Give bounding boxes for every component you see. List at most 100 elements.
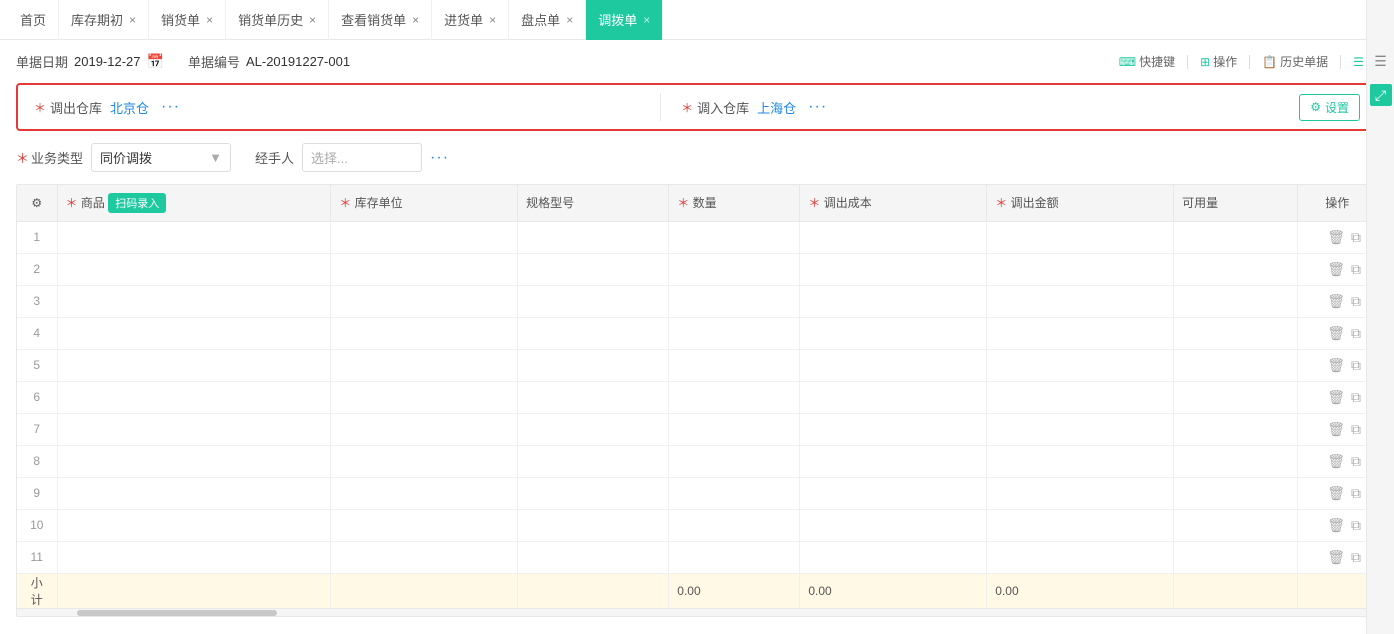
product-1[interactable] — [57, 221, 331, 253]
copy-row-7-button[interactable]: ⧉ — [1351, 421, 1361, 438]
available-3[interactable] — [1174, 285, 1297, 317]
copy-row-9-button[interactable]: ⧉ — [1351, 485, 1361, 502]
unit-9[interactable] — [331, 477, 518, 509]
quantity-11[interactable] — [669, 541, 800, 573]
cost-7[interactable] — [800, 413, 987, 445]
list-view-button[interactable]: ☰ — [1353, 55, 1364, 69]
cost-10[interactable] — [800, 509, 987, 541]
scrollbar-thumb[interactable] — [77, 610, 277, 616]
quantity-5[interactable] — [669, 349, 800, 381]
unit-3[interactable] — [331, 285, 518, 317]
spec-6[interactable] — [518, 381, 669, 413]
product-2[interactable] — [57, 253, 331, 285]
cost-8[interactable] — [800, 445, 987, 477]
copy-row-6-button[interactable]: ⧉ — [1351, 389, 1361, 406]
available-11[interactable] — [1174, 541, 1297, 573]
amount-8[interactable] — [987, 445, 1174, 477]
unit-10[interactable] — [331, 509, 518, 541]
business-type-select[interactable]: 同价调拨 ▼ — [91, 143, 231, 172]
tab-purchase[interactable]: 进货单 × — [432, 0, 509, 40]
quantity-3[interactable] — [669, 285, 800, 317]
copy-row-11-button[interactable]: ⧉ — [1351, 549, 1361, 566]
tab-transfer[interactable]: 调拨单 × — [586, 0, 663, 40]
product-11[interactable] — [57, 541, 331, 573]
spec-3[interactable] — [518, 285, 669, 317]
available-1[interactable] — [1174, 221, 1297, 253]
out-warehouse-value[interactable]: 北京仓 — [110, 98, 149, 117]
amount-5[interactable] — [987, 349, 1174, 381]
tab-inventory-check[interactable]: 盘点单 × — [509, 0, 586, 40]
product-10[interactable] — [57, 509, 331, 541]
quantity-8[interactable] — [669, 445, 800, 477]
tab-close-sales-order[interactable]: × — [206, 13, 213, 27]
available-4[interactable] — [1174, 317, 1297, 349]
spec-11[interactable] — [518, 541, 669, 573]
delete-row-11-button[interactable]: 🗑 — [1327, 549, 1345, 566]
delete-row-10-button[interactable]: 🗑 — [1327, 517, 1345, 534]
delete-row-9-button[interactable]: 🗑 — [1327, 485, 1345, 502]
tab-inventory-initial[interactable]: 库存期初 × — [59, 0, 149, 40]
tab-close-inventory-check[interactable]: × — [566, 13, 573, 27]
quantity-2[interactable] — [669, 253, 800, 285]
copy-row-2-button[interactable]: ⧉ — [1351, 261, 1361, 278]
copy-row-5-button[interactable]: ⧉ — [1351, 357, 1361, 374]
copy-row-8-button[interactable]: ⧉ — [1351, 453, 1361, 470]
scan-input-button[interactable]: 扫码录入 — [108, 193, 166, 213]
product-8[interactable] — [57, 445, 331, 477]
spec-8[interactable] — [518, 445, 669, 477]
unit-1[interactable] — [331, 221, 518, 253]
unit-4[interactable] — [331, 317, 518, 349]
product-9[interactable] — [57, 477, 331, 509]
delete-row-1-button[interactable]: 🗑 — [1327, 229, 1345, 246]
quantity-1[interactable] — [669, 221, 800, 253]
delete-row-2-button[interactable]: 🗑 — [1327, 261, 1345, 278]
unit-7[interactable] — [331, 413, 518, 445]
quantity-9[interactable] — [669, 477, 800, 509]
tab-view-sales[interactable]: 查看销货单 × — [329, 0, 432, 40]
th-settings[interactable]: ⚙ — [17, 185, 57, 221]
copy-row-3-button[interactable]: ⧉ — [1351, 293, 1361, 310]
unit-11[interactable] — [331, 541, 518, 573]
quantity-10[interactable] — [669, 509, 800, 541]
history-button[interactable]: 📋 历史单据 — [1262, 53, 1328, 70]
cost-2[interactable] — [800, 253, 987, 285]
delete-row-7-button[interactable]: 🗑 — [1327, 421, 1345, 438]
cost-5[interactable] — [800, 349, 987, 381]
calendar-icon[interactable]: 📅 — [147, 53, 164, 70]
in-warehouse-value[interactable]: 上海仓 — [757, 98, 796, 117]
delete-row-8-button[interactable]: 🗑 — [1327, 453, 1345, 470]
tab-home[interactable]: 首页 — [8, 0, 59, 40]
cost-4[interactable] — [800, 317, 987, 349]
product-5[interactable] — [57, 349, 331, 381]
cost-9[interactable] — [800, 477, 987, 509]
unit-5[interactable] — [331, 349, 518, 381]
amount-2[interactable] — [987, 253, 1174, 285]
amount-6[interactable] — [987, 381, 1174, 413]
shortcuts-button[interactable]: ⌨ 快捷键 — [1119, 53, 1175, 70]
amount-11[interactable] — [987, 541, 1174, 573]
cost-3[interactable] — [800, 285, 987, 317]
amount-3[interactable] — [987, 285, 1174, 317]
product-6[interactable] — [57, 381, 331, 413]
spec-4[interactable] — [518, 317, 669, 349]
quantity-7[interactable] — [669, 413, 800, 445]
amount-10[interactable] — [987, 509, 1174, 541]
delete-row-4-button[interactable]: 🗑 — [1327, 325, 1345, 342]
unit-6[interactable] — [331, 381, 518, 413]
available-10[interactable] — [1174, 509, 1297, 541]
cost-1[interactable] — [800, 221, 987, 253]
handler-more-button[interactable]: ··· — [430, 149, 449, 167]
spec-5[interactable] — [518, 349, 669, 381]
amount-4[interactable] — [987, 317, 1174, 349]
tab-sales-order[interactable]: 销货单 × — [149, 0, 226, 40]
tab-close-view-sales[interactable]: × — [412, 13, 419, 27]
available-6[interactable] — [1174, 381, 1297, 413]
delete-row-6-button[interactable]: 🗑 — [1327, 389, 1345, 406]
amount-1[interactable] — [987, 221, 1174, 253]
handler-select[interactable]: 选择... — [302, 143, 422, 172]
delete-row-3-button[interactable]: 🗑 — [1327, 293, 1345, 310]
tab-close-transfer[interactable]: × — [643, 13, 650, 27]
operations-button[interactable]: ⊞ 操作 — [1200, 53, 1237, 70]
sidebar-list-icon[interactable]: ☰ — [1370, 50, 1392, 72]
copy-row-10-button[interactable]: ⧉ — [1351, 517, 1361, 534]
